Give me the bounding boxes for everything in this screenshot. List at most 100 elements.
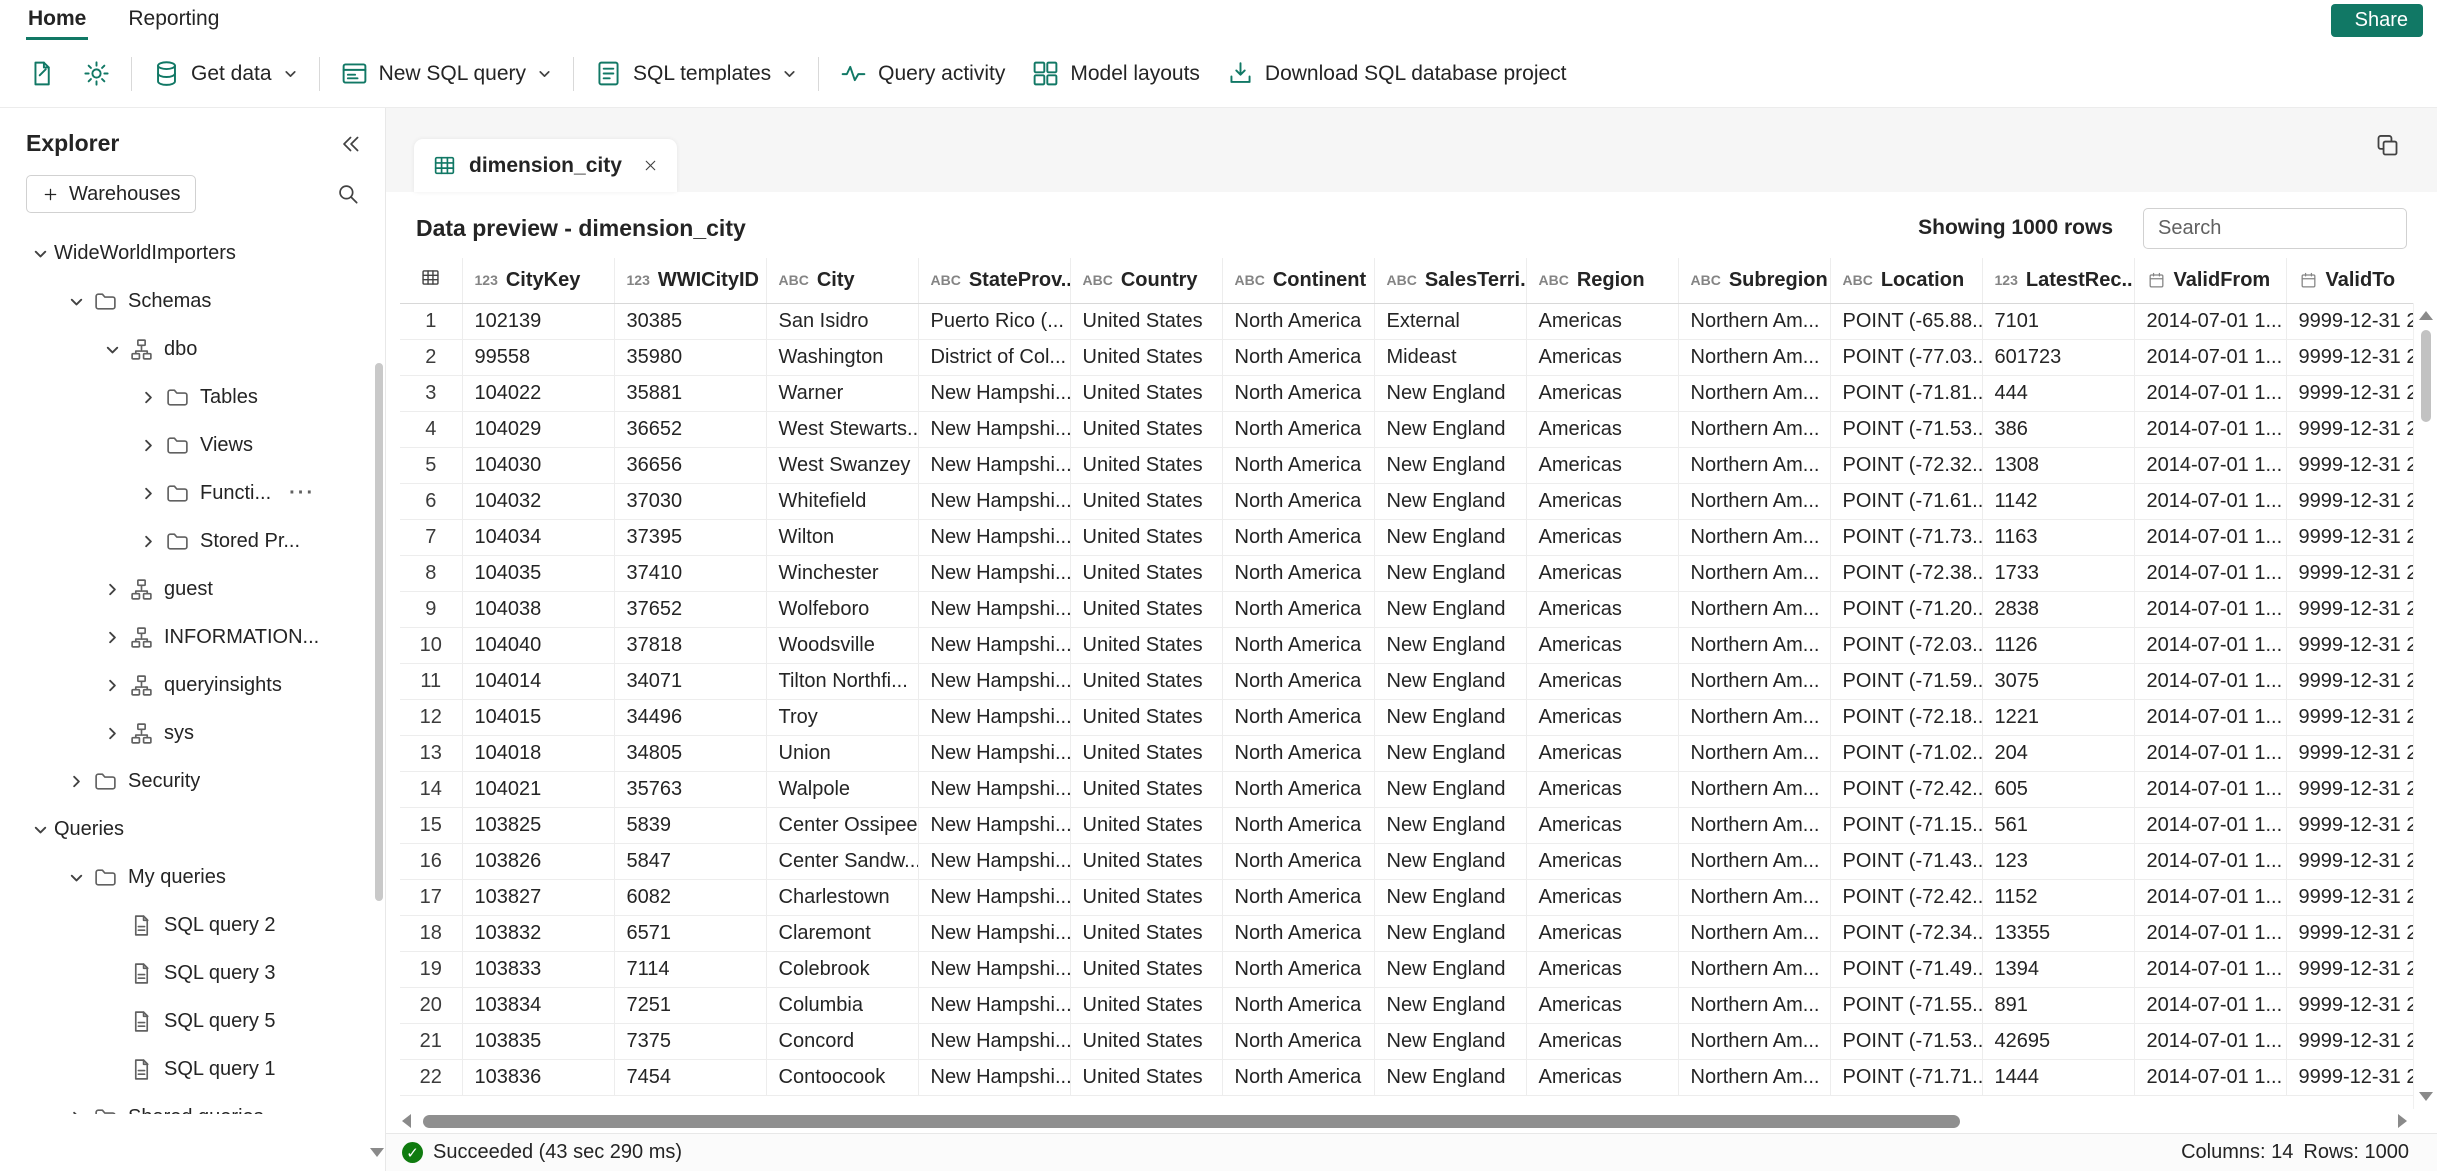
table-cell[interactable]: New England: [1374, 663, 1526, 699]
table-cell[interactable]: New England: [1374, 591, 1526, 627]
table-cell[interactable]: Warner: [766, 375, 918, 411]
table-cell[interactable]: New England: [1374, 1023, 1526, 1059]
table-cell[interactable]: 6571: [614, 915, 766, 951]
table-cell[interactable]: Northern Am...: [1678, 915, 1830, 951]
table-cell[interactable]: POINT (-71.20...: [1830, 591, 1982, 627]
row-number-cell[interactable]: 5: [400, 447, 462, 483]
table-cell[interactable]: Northern Am...: [1678, 627, 1830, 663]
table-search-input[interactable]: [2143, 208, 2407, 249]
table-cell[interactable]: 103835: [462, 1023, 614, 1059]
row-number-cell[interactable]: 15: [400, 807, 462, 843]
row-number-cell[interactable]: 14: [400, 771, 462, 807]
table-cell[interactable]: Northern Am...: [1678, 1059, 1830, 1095]
table-cell[interactable]: 103833: [462, 951, 614, 987]
table-cell[interactable]: 1126: [1982, 627, 2134, 663]
chevron-down-icon[interactable]: [26, 239, 54, 267]
table-cell[interactable]: Northern Am...: [1678, 771, 1830, 807]
table-cell[interactable]: 2014-07-01 1...: [2134, 1023, 2286, 1059]
table-cell[interactable]: 104022: [462, 375, 614, 411]
table-cell[interactable]: 1394: [1982, 951, 2134, 987]
table-cell[interactable]: Americas: [1526, 699, 1678, 735]
table-cell[interactable]: 37818: [614, 627, 766, 663]
table-cell[interactable]: New England: [1374, 771, 1526, 807]
table-cell[interactable]: POINT (-72.38...: [1830, 555, 1982, 591]
table-cell[interactable]: Americas: [1526, 1023, 1678, 1059]
table-cell[interactable]: 13355: [1982, 915, 2134, 951]
table-cell[interactable]: External: [1374, 303, 1526, 339]
table-cell[interactable]: New Hampshi...: [918, 627, 1070, 663]
tree-item-sql-query-1[interactable]: SQL query 1: [0, 1045, 385, 1093]
table-cell[interactable]: New England: [1374, 951, 1526, 987]
table-cell[interactable]: 6082: [614, 879, 766, 915]
table-cell[interactable]: North America: [1222, 591, 1374, 627]
table-cell[interactable]: North America: [1222, 627, 1374, 663]
table-cell[interactable]: New England: [1374, 843, 1526, 879]
table-cell[interactable]: Americas: [1526, 447, 1678, 483]
table-cell[interactable]: Puerto Rico (...: [918, 303, 1070, 339]
table-cell[interactable]: 103836: [462, 1059, 614, 1095]
table-cell[interactable]: POINT (-65.88...: [1830, 303, 1982, 339]
table-cell[interactable]: 36652: [614, 411, 766, 447]
table-cell[interactable]: United States: [1070, 447, 1222, 483]
table-cell[interactable]: Americas: [1526, 375, 1678, 411]
column-header-region[interactable]: ABCRegion: [1526, 258, 1678, 303]
table-horizontal-scrollbar[interactable]: [386, 1109, 2437, 1133]
table-cell[interactable]: New Hampshi...: [918, 807, 1070, 843]
table-cell[interactable]: North America: [1222, 807, 1374, 843]
column-header-wwicityid[interactable]: 123WWICityID: [614, 258, 766, 303]
table-cell[interactable]: 104040: [462, 627, 614, 663]
table-cell[interactable]: Northern Am...: [1678, 411, 1830, 447]
tree-item-wideworldimporters[interactable]: WideWorldImporters: [0, 229, 385, 277]
table-cell[interactable]: 34805: [614, 735, 766, 771]
table-cell[interactable]: United States: [1070, 1023, 1222, 1059]
table-cell[interactable]: POINT (-72.42...: [1830, 771, 1982, 807]
table-cell[interactable]: 104015: [462, 699, 614, 735]
table-cell[interactable]: United States: [1070, 987, 1222, 1023]
table-cell[interactable]: 104038: [462, 591, 614, 627]
tree-item-tables[interactable]: Tables: [0, 373, 385, 421]
horizontal-scrollbar-thumb[interactable]: [423, 1115, 1960, 1128]
model-layouts-button[interactable]: Model layouts: [1018, 50, 1213, 98]
table-cell[interactable]: Center Ossipee: [766, 807, 918, 843]
table-cell[interactable]: New England: [1374, 987, 1526, 1023]
row-number-cell[interactable]: 6: [400, 483, 462, 519]
chevron-down-icon[interactable]: [62, 863, 90, 891]
tree-item-queryinsights[interactable]: queryinsights: [0, 661, 385, 709]
table-cell[interactable]: New Hampshi...: [918, 555, 1070, 591]
table-cell[interactable]: North America: [1222, 519, 1374, 555]
menu-tab-reporting[interactable]: Reporting: [126, 0, 221, 40]
column-header-latestrec[interactable]: 123LatestRec...: [1982, 258, 2134, 303]
table-cell[interactable]: 103832: [462, 915, 614, 951]
table-cell[interactable]: Americas: [1526, 411, 1678, 447]
table-cell[interactable]: North America: [1222, 915, 1374, 951]
table-cell[interactable]: New Hampshi...: [918, 699, 1070, 735]
table-cell[interactable]: Walpole: [766, 771, 918, 807]
table-cell[interactable]: 103827: [462, 879, 614, 915]
row-number-cell[interactable]: 2: [400, 339, 462, 375]
table-cell[interactable]: 36656: [614, 447, 766, 483]
table-cell[interactable]: North America: [1222, 879, 1374, 915]
table-cell[interactable]: Mideast: [1374, 339, 1526, 375]
table-cell[interactable]: San Isidro: [766, 303, 918, 339]
table-cell[interactable]: Americas: [1526, 1059, 1678, 1095]
tree-item-security[interactable]: Security: [0, 757, 385, 805]
vertical-scrollbar-thumb[interactable]: [2421, 330, 2431, 422]
table-cell[interactable]: 2014-07-01 1...: [2134, 555, 2286, 591]
table-cell[interactable]: 103826: [462, 843, 614, 879]
table-cell[interactable]: 2014-07-01 1...: [2134, 771, 2286, 807]
tree-item-shared-queries[interactable]: Shared queries: [0, 1093, 385, 1114]
table-cell[interactable]: 99558: [462, 339, 614, 375]
table-cell[interactable]: Americas: [1526, 879, 1678, 915]
close-tab-icon[interactable]: [642, 157, 659, 174]
table-cell[interactable]: Northern Am...: [1678, 375, 1830, 411]
scroll-down-icon[interactable]: [2419, 1092, 2433, 1101]
table-cell[interactable]: New England: [1374, 807, 1526, 843]
table-cell[interactable]: New England: [1374, 915, 1526, 951]
table-cell[interactable]: 2014-07-01 1...: [2134, 339, 2286, 375]
row-number-cell[interactable]: 11: [400, 663, 462, 699]
table-cell[interactable]: New England: [1374, 735, 1526, 771]
table-cell[interactable]: 37030: [614, 483, 766, 519]
table-cell[interactable]: New England: [1374, 411, 1526, 447]
table-cell[interactable]: POINT (-72.18...: [1830, 699, 1982, 735]
table-cell[interactable]: 1733: [1982, 555, 2134, 591]
